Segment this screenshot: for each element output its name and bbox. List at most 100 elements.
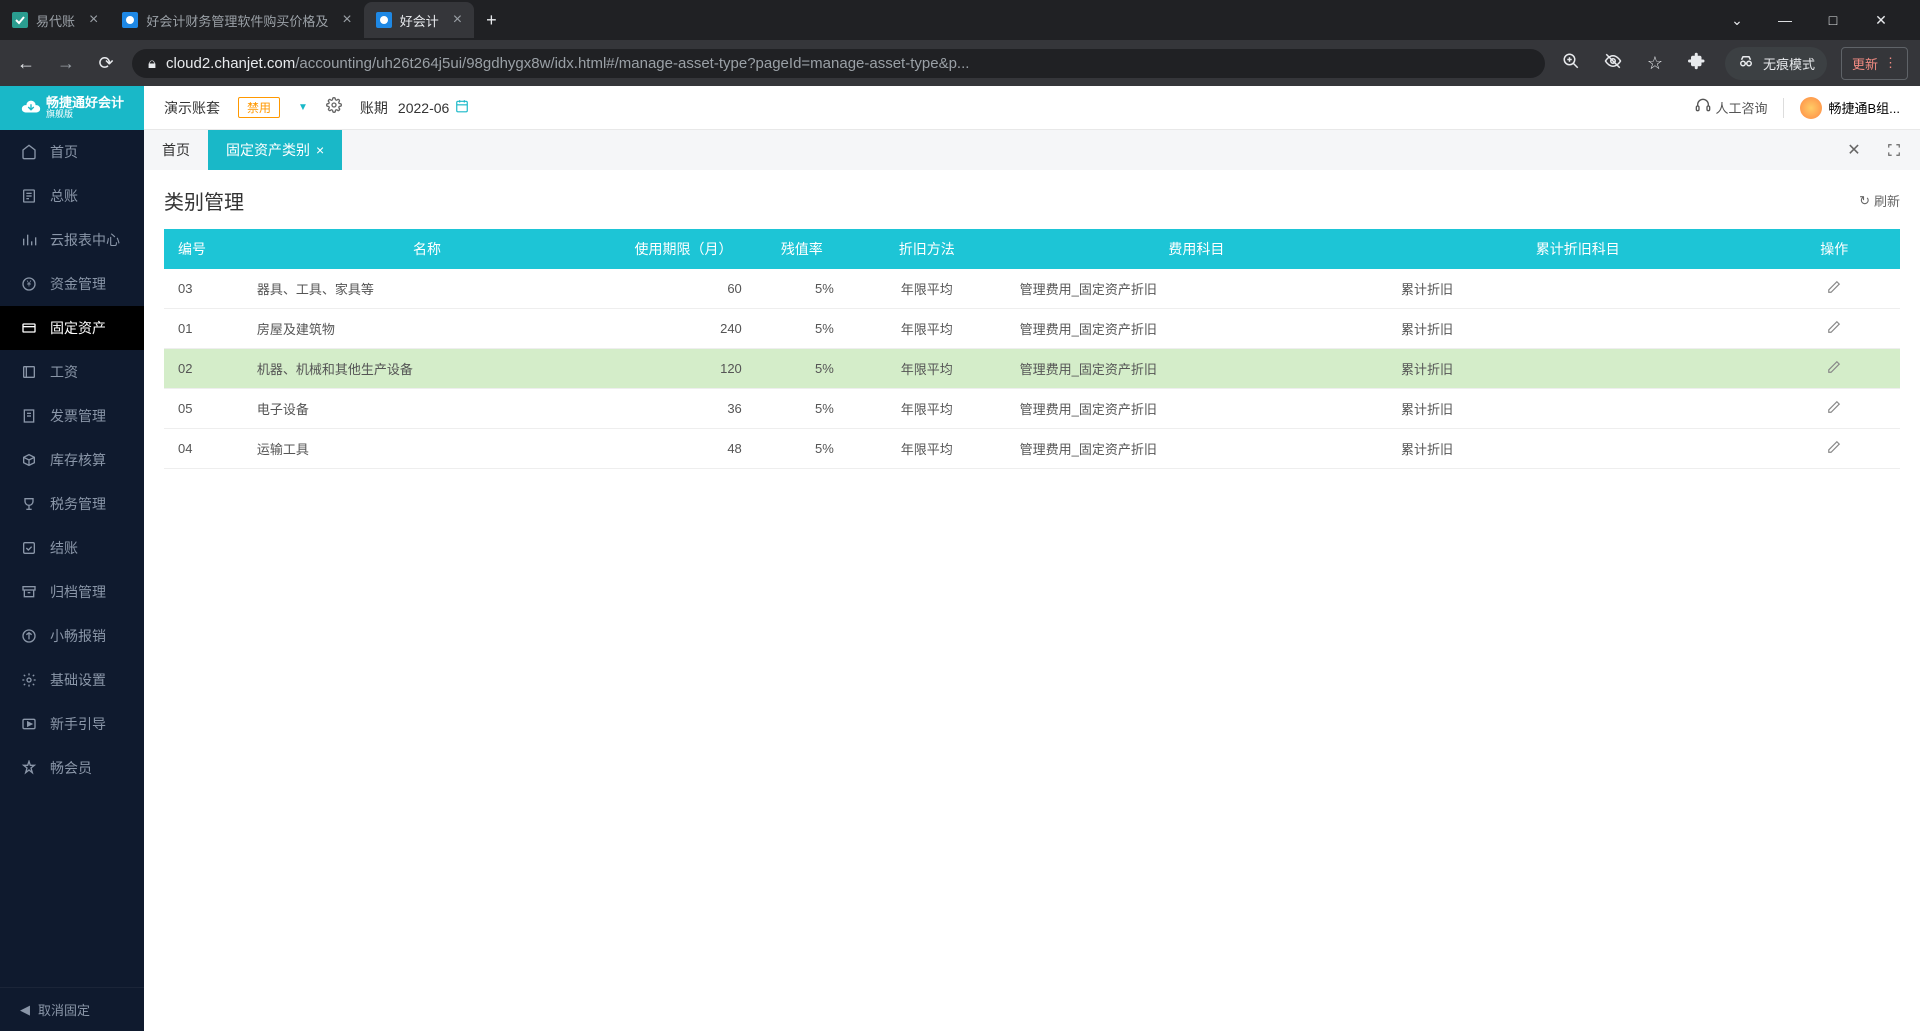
sidebar-item-close-book[interactable]: 结账: [0, 526, 144, 570]
invoice-icon: [20, 407, 38, 425]
col-months: 使用期限（月）: [611, 229, 756, 269]
cell-code: 01: [164, 309, 243, 349]
support-button[interactable]: 人工咨询: [1695, 98, 1767, 117]
refresh-button[interactable]: ↻ 刷新: [1859, 191, 1900, 210]
edit-icon[interactable]: [1827, 280, 1841, 297]
window-controls: ⌄ — □ ✕: [1708, 12, 1910, 29]
cell-expense: 管理费用_固定资产折旧: [1006, 309, 1387, 349]
cell-action: [1768, 309, 1900, 349]
sidebar-item-expense[interactable]: 小畅报销: [0, 614, 144, 658]
sidebar-item-label: 资金管理: [50, 274, 106, 294]
sidebar-item-label: 固定资产: [50, 318, 106, 338]
maximize-button[interactable]: □: [1819, 12, 1847, 29]
back-button[interactable]: ←: [12, 53, 40, 74]
zoom-icon[interactable]: [1557, 52, 1585, 75]
window-close-button[interactable]: ✕: [1867, 12, 1895, 29]
url-bar[interactable]: 🔒︎ cloud2.chanjet.com/accounting/uh26t26…: [132, 49, 1545, 78]
sidebar-item-invoice[interactable]: 发票管理: [0, 394, 144, 438]
table-row[interactable]: 02机器、机械和其他生产设备1205%年限平均管理费用_固定资产折旧累计折旧: [164, 349, 1900, 389]
page-title: 类别管理: [164, 186, 244, 215]
fullscreen-button[interactable]: [1880, 136, 1908, 164]
forward-button[interactable]: →: [52, 53, 80, 74]
cell-rate: 5%: [756, 309, 848, 349]
sidebar-item-label: 总账: [50, 186, 78, 206]
cell-months: 240: [611, 309, 756, 349]
guide-icon: [20, 715, 38, 733]
user-name: 畅捷通B组...: [1828, 98, 1900, 117]
payroll-icon: [20, 363, 38, 381]
update-button[interactable]: 更新 ⋮: [1841, 47, 1908, 80]
cell-months: 120: [611, 349, 756, 389]
gear-icon[interactable]: [326, 97, 342, 118]
sidebar-item-member[interactable]: 畅会员: [0, 746, 144, 790]
incognito-badge: 无痕模式: [1725, 47, 1827, 80]
cell-name: 电子设备: [243, 389, 611, 429]
sidebar-item-label: 结账: [50, 538, 78, 558]
new-tab-button[interactable]: +: [474, 2, 509, 38]
sidebar-item-chart[interactable]: 云报表中心: [0, 218, 144, 262]
account-name[interactable]: 演示账套: [164, 98, 220, 118]
money-icon: ¥: [20, 275, 38, 293]
table-row[interactable]: 03器具、工具、家具等605%年限平均管理费用_固定资产折旧累计折旧: [164, 269, 1900, 309]
logo-area[interactable]: 畅捷通好会计 旗舰版: [0, 86, 144, 130]
table-row[interactable]: 05电子设备365%年限平均管理费用_固定资产折旧累计折旧: [164, 389, 1900, 429]
tab-title: 好会计财务管理软件购买价格及: [146, 11, 328, 30]
sidebar-item-label: 库存核算: [50, 450, 106, 470]
eye-off-icon[interactable]: [1599, 52, 1627, 75]
star-icon[interactable]: ☆: [1641, 53, 1669, 74]
page-tab-home[interactable]: 首页: [144, 130, 208, 170]
main-area: 演示账套 禁用 ▼ 账期 2022-06: [144, 86, 1920, 1031]
col-rate: 残值率: [756, 229, 848, 269]
calendar-icon: [455, 99, 469, 116]
lock-icon: 🔒︎: [148, 55, 156, 72]
sidebar-item-archive[interactable]: 归档管理: [0, 570, 144, 614]
incognito-icon: [1737, 53, 1755, 74]
content-area: 类别管理 ↻ 刷新 编号 名称 使用期限（月） 残值率 折旧方法 费用科目: [144, 170, 1920, 1031]
cell-accum: 累计折旧: [1387, 349, 1768, 389]
sidebar-item-label: 归档管理: [50, 582, 106, 602]
table-row[interactable]: 01房屋及建筑物2405%年限平均管理费用_固定资产折旧累计折旧: [164, 309, 1900, 349]
sidebar-item-asset[interactable]: 固定资产: [0, 306, 144, 350]
more-icon: ⋮: [1884, 55, 1897, 71]
sidebar-item-payroll[interactable]: 工资: [0, 350, 144, 394]
close-icon[interactable]: ×: [316, 142, 324, 158]
member-icon: [20, 759, 38, 777]
cell-accum: 累计折旧: [1387, 309, 1768, 349]
cell-method: 年限平均: [848, 389, 1006, 429]
sidebar-item-money[interactable]: ¥ 资金管理: [0, 262, 144, 306]
sidebar-item-label: 畅会员: [50, 758, 92, 778]
tab-close-icon[interactable]: ×: [342, 11, 351, 29]
disable-tag[interactable]: 禁用: [238, 97, 280, 118]
sidebar-item-tax[interactable]: 税务管理: [0, 482, 144, 526]
edit-icon[interactable]: [1827, 400, 1841, 417]
period-picker[interactable]: 2022-06: [398, 99, 469, 116]
sidebar-unpin-button[interactable]: ◀ 取消固定: [0, 987, 144, 1031]
sidebar-item-inventory[interactable]: 库存核算: [0, 438, 144, 482]
sidebar-item-home[interactable]: 首页: [0, 130, 144, 174]
sidebar-item-guide[interactable]: 新手引导: [0, 702, 144, 746]
edit-icon[interactable]: [1827, 320, 1841, 337]
browser-tab-2[interactable]: 好会计 ×: [364, 2, 474, 38]
reload-button[interactable]: ⟳: [92, 53, 120, 74]
chevron-down-icon[interactable]: ⌄: [1723, 12, 1751, 29]
sidebar-item-settings[interactable]: 基础设置: [0, 658, 144, 702]
page-tab-asset-type[interactable]: 固定资产类别 ×: [208, 130, 342, 170]
col-name: 名称: [243, 229, 611, 269]
tab-close-icon[interactable]: ×: [89, 11, 98, 29]
sidebar-item-label: 发票管理: [50, 406, 106, 426]
minimize-button[interactable]: —: [1771, 12, 1799, 29]
user-menu[interactable]: 畅捷通B组...: [1800, 97, 1900, 119]
table-row[interactable]: 04运输工具485%年限平均管理费用_固定资产折旧累计折旧: [164, 429, 1900, 469]
chevron-down-icon[interactable]: ▼: [298, 102, 308, 113]
browser-tab-1[interactable]: 好会计财务管理软件购买价格及 ×: [110, 2, 363, 38]
table-header-row: 编号 名称 使用期限（月） 残值率 折旧方法 费用科目 累计折旧科目 操作: [164, 229, 1900, 269]
browser-tab-0[interactable]: 易代账 ×: [0, 2, 110, 38]
period-area: 账期 2022-06: [360, 98, 469, 118]
extensions-icon[interactable]: [1683, 52, 1711, 75]
edit-icon[interactable]: [1827, 360, 1841, 377]
close-all-tabs-button[interactable]: ✕: [1840, 136, 1868, 164]
tab-close-icon[interactable]: ×: [453, 11, 462, 29]
edit-icon[interactable]: [1827, 440, 1841, 457]
sidebar-item-ledger[interactable]: 总账: [0, 174, 144, 218]
tab-title: 易代账: [36, 11, 75, 30]
